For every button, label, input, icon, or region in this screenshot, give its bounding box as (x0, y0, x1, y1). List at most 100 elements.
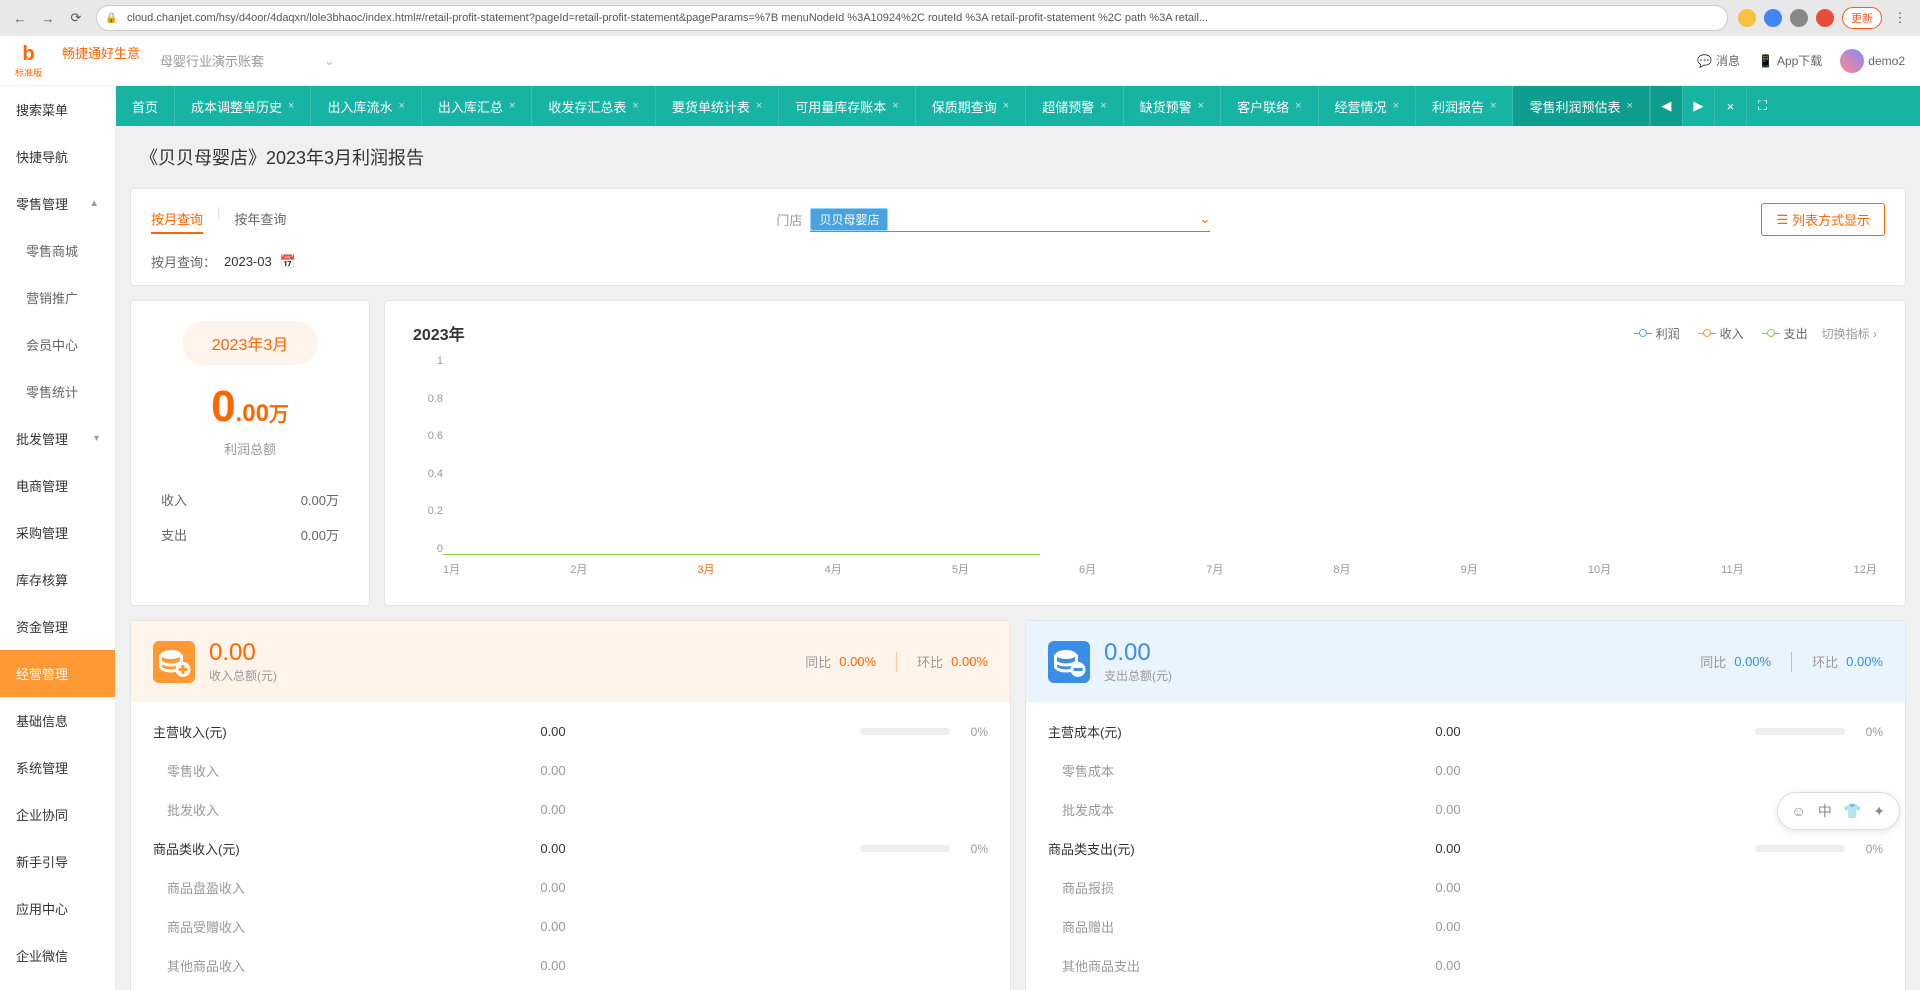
sidebar-item[interactable]: 搜索菜单 (0, 86, 115, 133)
sidebar-item[interactable]: 新手引导 (0, 838, 115, 885)
row-value: 0.00 (1228, 841, 1668, 856)
close-icon[interactable]: × (1393, 100, 1399, 112)
legend-item[interactable]: 收入 (1698, 325, 1744, 342)
sidebar-item[interactable]: 零售管理▲ (0, 180, 115, 227)
sidebar-item[interactable]: 快捷导航 (0, 133, 115, 180)
float-lang[interactable]: 中 (1818, 801, 1832, 821)
tab[interactable]: 利润报告× (1416, 86, 1513, 126)
browser-update-button[interactable]: 更新 (1842, 7, 1882, 29)
x-tick: 10月 (1588, 561, 1611, 585)
tab-close-all[interactable]: × (1714, 86, 1746, 126)
month-value[interactable]: 2023-03 (224, 254, 272, 269)
tab-monthly[interactable]: 按月查询 (151, 205, 203, 234)
legend-label: 收入 (1720, 325, 1744, 342)
list-view-button[interactable]: ☰列表方式显示 (1761, 203, 1885, 236)
tab[interactable]: 成本调整单历史× (175, 86, 311, 126)
user-menu[interactable]: demo2 (1840, 49, 1905, 73)
url-bar[interactable]: cloud.chanjet.com/hsy/d4oor/4daqxn/lole3… (96, 5, 1728, 31)
sidebar-item[interactable]: 资金管理 (0, 603, 115, 650)
sidebar-item[interactable]: 电商管理 (0, 462, 115, 509)
tab-scroll-right[interactable]: ▶ (1682, 86, 1714, 126)
sidebar-item[interactable]: 零售统计 (0, 368, 115, 415)
close-icon[interactable]: × (509, 100, 515, 112)
float-smiley-icon[interactable]: ☺ (1792, 803, 1806, 819)
ext-icon-3[interactable] (1790, 9, 1808, 27)
calendar-icon[interactable]: 📅 (280, 254, 296, 270)
close-icon[interactable]: × (398, 100, 404, 112)
page-title: 《贝贝母婴店》2023年3月利润报告 (116, 126, 1920, 188)
sidebar-item[interactable]: 经营管理 (0, 650, 115, 697)
sidebar-item[interactable]: 基础信息 (0, 697, 115, 744)
store-dropdown[interactable]: 贝贝母婴店 ⌄ (810, 208, 1210, 232)
close-icon[interactable]: × (1295, 100, 1301, 112)
switch-metric-button[interactable]: 切换指标 › (1822, 325, 1877, 342)
data-row: 商品类支出(元)0.000% (1048, 829, 1883, 868)
sidebar-item[interactable]: 库存核算 (0, 556, 115, 603)
close-icon[interactable]: × (1198, 100, 1204, 112)
back-icon[interactable]: ← (10, 8, 30, 28)
tab[interactable]: 客户联络× (1221, 86, 1318, 126)
ext-icon-1[interactable] (1738, 9, 1756, 27)
x-tick: 8月 (1333, 561, 1350, 585)
sidebar-item[interactable]: 应用中心 (0, 885, 115, 932)
app-download-button[interactable]: 📱App下载 (1758, 52, 1822, 69)
x-tick: 11月 (1721, 561, 1743, 585)
reload-icon[interactable]: ⟳ (66, 8, 86, 28)
close-icon[interactable]: × (892, 100, 898, 112)
chart-title: 2023年 (413, 321, 465, 345)
list-btn-label: 列表方式显示 (1792, 210, 1870, 229)
sidebar-item[interactable]: 批发管理▾ (0, 415, 115, 462)
row-bar: 0% (1668, 725, 1883, 739)
sidebar-item[interactable]: 零售商城 (0, 227, 115, 274)
tab[interactable]: 收发存汇总表× (532, 86, 655, 126)
close-icon[interactable]: × (288, 100, 294, 112)
sidebar-item[interactable]: 营销推广 (0, 274, 115, 321)
close-icon[interactable]: × (632, 100, 638, 112)
close-icon[interactable]: × (1100, 100, 1106, 112)
messages-button[interactable]: 💬消息 (1697, 52, 1740, 69)
account-select[interactable]: 母婴行业演示账套 (160, 51, 335, 70)
arrow-icon: ▲ (89, 198, 99, 209)
arrow-icon: ▾ (94, 433, 99, 444)
tab[interactable]: 要货单统计表 × (656, 86, 779, 126)
tab[interactable]: 可用量库存账本× (779, 86, 915, 126)
income-yoy: 同比 0.00% (805, 652, 876, 672)
expense-card-body: 主营成本(元)0.000%零售成本0.00批发成本0.00商品类支出(元)0.0… (1026, 702, 1905, 990)
close-icon[interactable]: × (1490, 100, 1496, 112)
ext-icon-4[interactable] (1816, 9, 1834, 27)
tab[interactable]: 首页 (116, 86, 175, 126)
close-icon[interactable]: × (1626, 100, 1632, 112)
tab[interactable]: 出入库流水× (311, 86, 421, 126)
legend-item[interactable]: 利润 (1634, 325, 1680, 342)
float-star-icon[interactable]: ✦ (1873, 803, 1885, 820)
tab-fullscreen[interactable]: ⛶ (1746, 86, 1778, 126)
close-icon[interactable]: × (756, 100, 762, 112)
sidebar-item[interactable]: 系统管理 (0, 744, 115, 791)
tab-yearly[interactable]: 按年查询 (234, 205, 286, 234)
row-value: 0.00 (333, 919, 773, 934)
tab-scroll-left[interactable]: ◀ (1650, 86, 1682, 126)
sidebar-item[interactable]: 畅会员 (0, 979, 115, 990)
forward-icon[interactable]: → (38, 8, 58, 28)
tab-label: 要货单统计表 (672, 97, 750, 116)
tab[interactable]: 缺货预警× (1124, 86, 1221, 126)
tab[interactable]: 超储预警× (1026, 86, 1123, 126)
profit-dec: .00 (236, 400, 269, 427)
float-shirt-icon[interactable]: 👕 (1844, 803, 1861, 820)
legend-item[interactable]: 支出 (1762, 325, 1808, 342)
ext-icon-2[interactable] (1764, 9, 1782, 27)
sidebar-item[interactable]: 会员中心 (0, 321, 115, 368)
tab[interactable]: 零售利润预估表× (1513, 86, 1649, 126)
close-icon[interactable]: × (1003, 100, 1009, 112)
tab[interactable]: 出入库汇总× (422, 86, 532, 126)
row-bar: 0% (773, 842, 988, 856)
float-widget[interactable]: ☺ 中 👕 ✦ (1777, 792, 1900, 830)
chart-area[interactable]: 10.80.60.40.20 1月2月3月4月5月6月7月8月9月10月11月1… (413, 355, 1877, 585)
logo[interactable]: b 标准版 (15, 43, 42, 79)
tab[interactable]: 保质期查询× (916, 86, 1026, 126)
sidebar-item[interactable]: 企业微信 (0, 932, 115, 979)
tab[interactable]: 经营情况× (1319, 86, 1416, 126)
browser-menu-icon[interactable]: ⋮ (1890, 8, 1910, 28)
sidebar-item[interactable]: 采购管理 (0, 509, 115, 556)
sidebar-item[interactable]: 企业协同 (0, 791, 115, 838)
